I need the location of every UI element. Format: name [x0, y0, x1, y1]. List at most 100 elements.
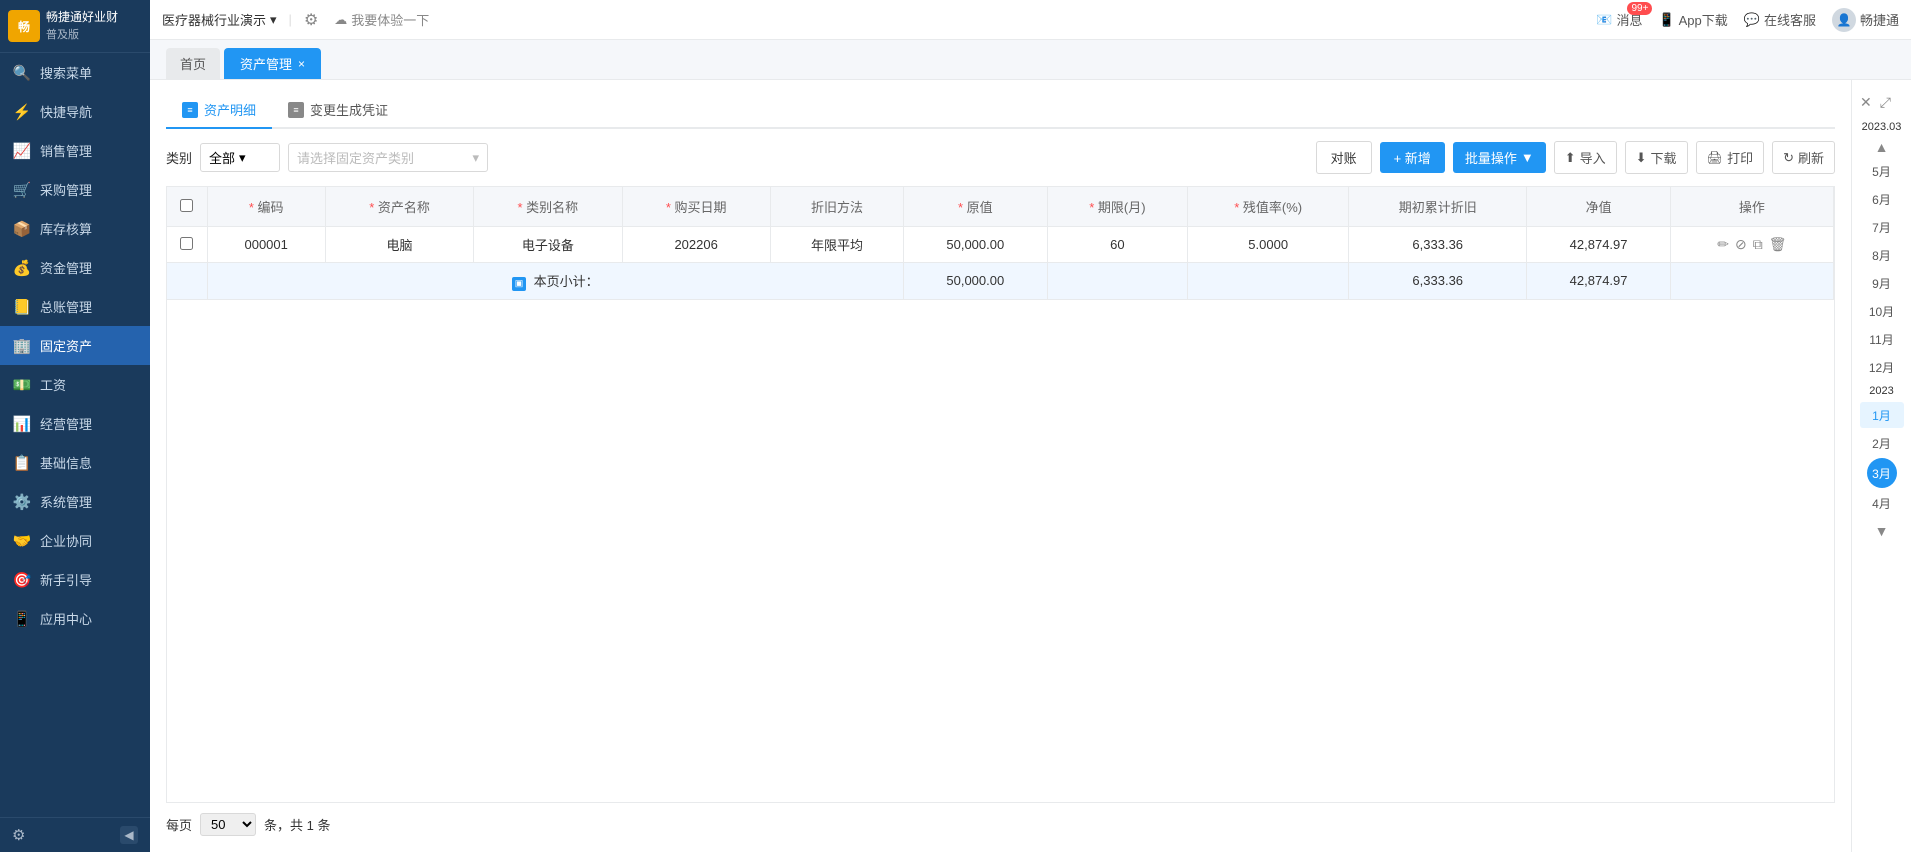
- sidebar-item-basic-info-label: 基础信息: [40, 453, 92, 472]
- delete-button[interactable]: 🗑: [1769, 236, 1787, 253]
- month-12[interactable]: 12月: [1860, 354, 1904, 380]
- dropdown-arrow: ▾: [239, 150, 246, 166]
- sidebar-collapse-button[interactable]: ◀: [120, 826, 138, 844]
- sidebar-item-sales[interactable]: 📈 销售管理: [0, 131, 150, 170]
- month-6[interactable]: 6月: [1860, 186, 1904, 212]
- sidebar-item-search[interactable]: 🔍 搜索菜单: [0, 53, 150, 92]
- basic-info-icon: 📋: [12, 454, 32, 472]
- experience-icon: ☁: [334, 12, 347, 28]
- right-panel: ✕ ⤢ 2023.03 ▲ 5月 6月 7月 8月 9月 10月 11月 12月…: [1851, 80, 1911, 852]
- system-icon: ⚙️: [12, 493, 32, 511]
- logo-text: 畅捷通好业财: [46, 10, 118, 26]
- sidebar-item-purchase[interactable]: 🛒 采购管理: [0, 170, 150, 209]
- month-2[interactable]: 2月: [1860, 430, 1904, 456]
- settings-bottom-icon[interactable]: ⚙: [12, 826, 25, 844]
- company-name: 医疗器械行业演示: [162, 10, 266, 29]
- tabbar: 首页 资产管理 ×: [150, 40, 1911, 80]
- quick-nav-icon: ⚡: [12, 103, 32, 121]
- reconcile-button[interactable]: 对账: [1316, 141, 1372, 174]
- category-filter-label: 类别: [166, 148, 192, 167]
- logo-icon: 畅: [8, 10, 40, 42]
- print-button[interactable]: 🖨 打印: [1696, 141, 1765, 174]
- month-1[interactable]: 1月: [1860, 402, 1904, 428]
- new-label: + 新增: [1394, 148, 1431, 167]
- customer-service-button[interactable]: 💬 在线客服: [1744, 10, 1816, 29]
- subtotal-period: [1047, 263, 1188, 300]
- subtab-change-voucher[interactable]: ≡ 变更生成凭证: [272, 92, 404, 129]
- sidebar-item-ledger[interactable]: 📒 总账管理: [0, 287, 150, 326]
- sidebar-item-salary-label: 工资: [40, 375, 66, 394]
- sidebar-item-app-center-label: 应用中心: [40, 609, 92, 628]
- row-residual-rate: 5.0000: [1188, 227, 1349, 263]
- month-4[interactable]: 4月: [1860, 490, 1904, 516]
- new-button[interactable]: + 新增: [1380, 142, 1445, 173]
- year-2023-label: 2023: [1869, 381, 1893, 401]
- sidebar-item-enterprise[interactable]: 🤝 企业协同: [0, 521, 150, 560]
- refresh-button[interactable]: ↻ 刷新: [1772, 141, 1835, 174]
- row-period: 60: [1047, 227, 1188, 263]
- logo-text-container: 畅捷通好业财 普及版: [46, 10, 118, 42]
- tab-asset-management[interactable]: 资产管理 ×: [224, 48, 321, 79]
- subtotal-label-cell: ▣ 本页小计：: [207, 263, 904, 300]
- sidebar-item-operations[interactable]: 📊 经营管理: [0, 404, 150, 443]
- sidebar-item-guide[interactable]: 🎯 新手引导: [0, 560, 150, 599]
- month-11[interactable]: 11月: [1860, 326, 1904, 352]
- row-name: 电脑: [325, 227, 473, 263]
- link-button[interactable]: ⧉: [1753, 236, 1763, 253]
- import-label: 导入: [1580, 148, 1606, 167]
- copy-button[interactable]: ⊘: [1735, 236, 1747, 253]
- sidebar-item-purchase-label: 采购管理: [40, 180, 92, 199]
- asset-detail-icon: ≡: [182, 102, 198, 118]
- experience-button[interactable]: ☁ 我要体验一下: [334, 10, 429, 29]
- sidebar-item-quick-nav[interactable]: ⚡ 快捷导航: [0, 92, 150, 131]
- select-all-checkbox[interactable]: [180, 199, 193, 212]
- message-button[interactable]: 📧 消息 99+: [1596, 10, 1642, 29]
- panel-down-button[interactable]: ▼: [1873, 521, 1891, 541]
- panel-close-button[interactable]: ✕: [1858, 92, 1874, 113]
- sidebar-item-inventory[interactable]: 📦 库存核算: [0, 209, 150, 248]
- sidebar-item-salary[interactable]: 💵 工资: [0, 365, 150, 404]
- sidebar-item-fund[interactable]: 💰 资金管理: [0, 248, 150, 287]
- sidebar-item-basic-info[interactable]: 📋 基础信息: [0, 443, 150, 482]
- user-profile[interactable]: 👤 畅捷通: [1832, 8, 1899, 32]
- reconcile-label: 对账: [1331, 148, 1357, 167]
- company-dropdown-icon: ▾: [270, 12, 277, 28]
- import-button[interactable]: ⬆ 导入: [1554, 141, 1617, 174]
- category-type-select[interactable]: 全部 ▾: [200, 143, 280, 172]
- batch-button[interactable]: 批量操作 ▼: [1453, 142, 1546, 173]
- month-7[interactable]: 7月: [1860, 214, 1904, 240]
- tab-close-icon[interactable]: ×: [298, 58, 305, 70]
- app-download-button[interactable]: 📱 App下载: [1658, 10, 1727, 29]
- subtab-asset-detail[interactable]: ≡ 资产明细: [166, 92, 272, 129]
- edit-button[interactable]: ✏: [1717, 236, 1729, 253]
- page-size-select[interactable]: 50 100 200: [200, 813, 256, 836]
- tab-home[interactable]: 首页: [166, 48, 220, 79]
- topbar-settings-icon[interactable]: ⚙: [304, 10, 318, 30]
- category-dropdown[interactable]: 请选择固定资产类别 ▾: [288, 143, 488, 172]
- month-3-active[interactable]: 3月: [1867, 458, 1897, 488]
- row-checkbox[interactable]: [180, 237, 193, 250]
- batch-label: 批量操作: [1465, 148, 1517, 167]
- month-8[interactable]: 8月: [1860, 242, 1904, 268]
- panel-expand-button[interactable]: ⤢: [1878, 92, 1893, 113]
- topbar-divider: |: [289, 12, 292, 27]
- month-10[interactable]: 10月: [1860, 298, 1904, 324]
- sidebar-item-app-center[interactable]: 📱 应用中心: [0, 599, 150, 638]
- company-selector[interactable]: 医疗器械行业演示 ▾: [162, 10, 277, 29]
- sidebar-item-fixed-assets-label: 固定资产: [40, 336, 92, 355]
- customer-service-label: 在线客服: [1764, 10, 1816, 29]
- ledger-icon: 📒: [12, 298, 32, 316]
- row-purchase-date: 202206: [622, 227, 770, 263]
- sidebar-scroll: 🔍 搜索菜单 ⚡ 快捷导航 📈 销售管理 🛒 采购管理 📦 库存核算 💰 资金管…: [0, 53, 150, 817]
- sidebar-item-fixed-assets[interactable]: 🏢 固定资产: [0, 326, 150, 365]
- action-buttons: 对账 + 新增 批量操作 ▼ ⬆ 导入 ⬇ 下载: [1316, 141, 1835, 174]
- download-button[interactable]: ⬇ 下载: [1625, 141, 1688, 174]
- month-5[interactable]: 5月: [1860, 158, 1904, 184]
- user-name: 畅捷通: [1860, 10, 1899, 29]
- category-dropdown-arrow: ▾: [472, 150, 479, 166]
- panel-up-button[interactable]: ▲: [1873, 137, 1891, 157]
- subtotal-row: ▣ 本页小计： 50,000.00 6,333.36 42,874.97: [167, 263, 1834, 300]
- sidebar-item-system[interactable]: ⚙️ 系统管理: [0, 482, 150, 521]
- sidebar-item-enterprise-label: 企业协同: [40, 531, 92, 550]
- month-9[interactable]: 9月: [1860, 270, 1904, 296]
